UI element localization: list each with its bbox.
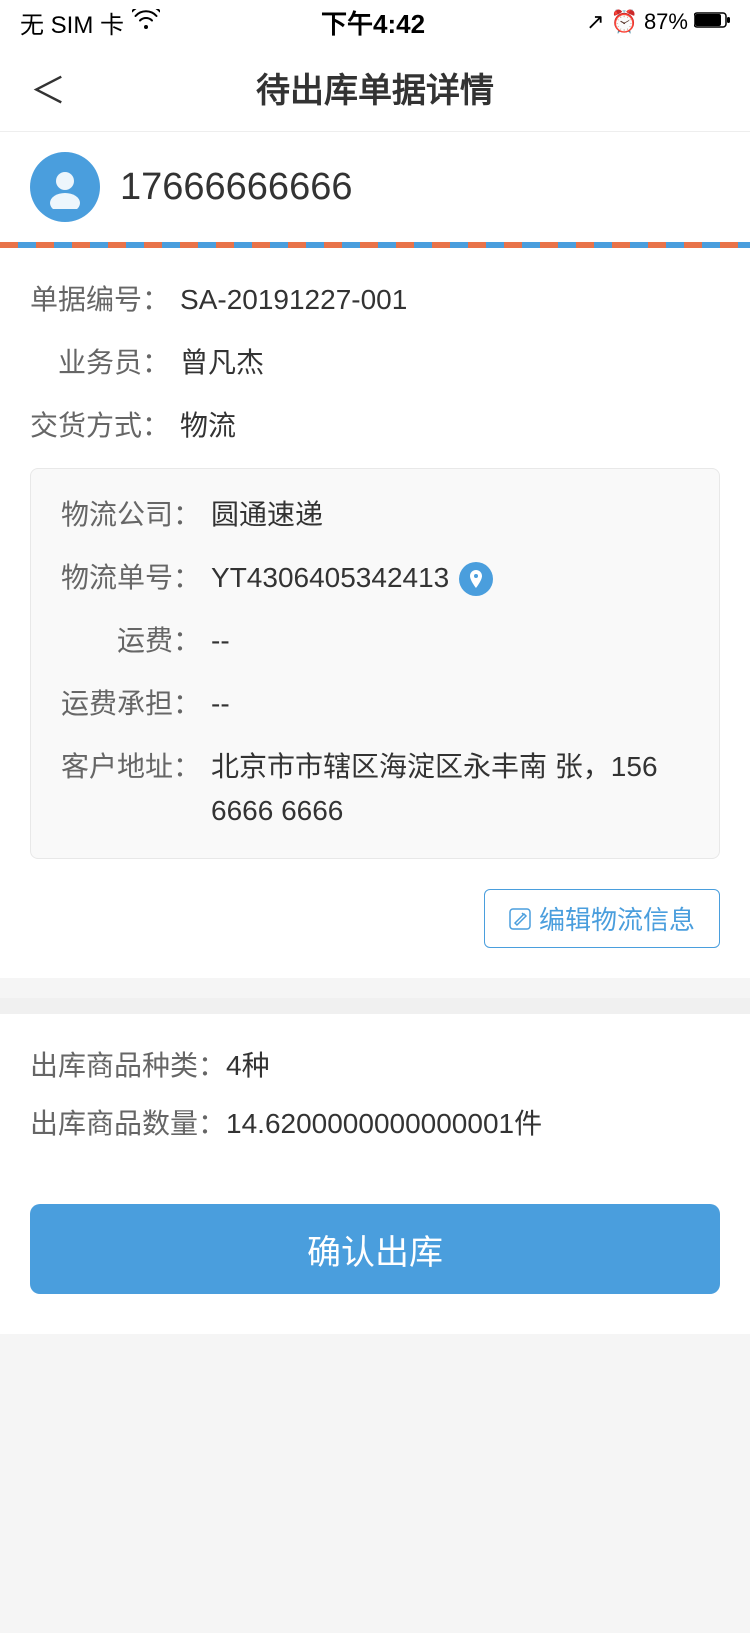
confirm-outbound-button[interactable]: 确认出库 [30, 1204, 720, 1294]
freight-bear-label: 运费承担： [61, 682, 201, 727]
confirm-btn-label: 确认出库 [307, 1225, 443, 1274]
document-number-label: 单据编号： [30, 278, 170, 323]
freight-bear-row: 运费承担： -- [61, 682, 689, 727]
logistics-company-value: 圆通速递 [201, 493, 689, 538]
carrier-label: 无 SIM 卡 [20, 5, 124, 40]
agent-row: 业务员： 曾凡杰 [30, 341, 720, 386]
document-info-section: 单据编号： SA-20191227-001 业务员： 曾凡杰 交货方式： 物流 … [0, 248, 750, 978]
status-left: 无 SIM 卡 [20, 5, 160, 40]
battery-icon [694, 9, 730, 35]
nav-bar: ＜ 待出库单据详情 [0, 44, 750, 132]
goods-quantity-value: 14.62000000000000​01件 [226, 1102, 542, 1142]
confirm-btn-container: 确认出库 [0, 1184, 750, 1334]
goods-type-label: 出库商品种类： [30, 1044, 226, 1084]
logistics-company-label: 物流公司： [61, 493, 201, 538]
battery-label: 87% [644, 9, 688, 35]
logistics-tracking-label: 物流单号： [61, 556, 201, 601]
document-number-value: SA-20191227-001 [170, 278, 720, 323]
location-pin-icon[interactable] [459, 562, 493, 596]
goods-type-row: 出库商品种类： 4种 [30, 1044, 720, 1084]
freight-row: 运费： -- [61, 619, 689, 664]
edit-btn-label: 编辑物流信息 [539, 900, 695, 937]
delivery-value: 物流 [170, 404, 720, 449]
status-time: 下午4:42 [321, 4, 425, 41]
wifi-icon [132, 8, 160, 36]
logistics-card: 物流公司： 圆通速递 物流单号： YT43064053424​13 运费： -- [30, 468, 720, 859]
section-divider [0, 998, 750, 1014]
goods-quantity-label: 出库商品数量： [30, 1102, 226, 1142]
goods-type-value: 4种 [226, 1044, 270, 1084]
document-number-row: 单据编号： SA-20191227-001 [30, 278, 720, 323]
freight-label: 运费： [61, 619, 201, 664]
edit-logistics-button[interactable]: 编辑物流信息 [484, 889, 720, 948]
page-title: 待出库单据详情 [256, 63, 494, 112]
logistics-company-row: 物流公司： 圆通速递 [61, 493, 689, 538]
address-value: 北京市市辖区海淀区永丰南 张，156 6666 6666 [201, 745, 689, 835]
goods-quantity-row: 出库商品数量： 14.62000000000000​01件 [30, 1102, 720, 1142]
delivery-label: 交货方式： [30, 404, 170, 449]
logistics-tracking-value: YT43064053424​13 [201, 556, 689, 601]
location-icon: ↗ [586, 9, 604, 35]
delivery-row: 交货方式： 物流 [30, 404, 720, 449]
back-button[interactable]: ＜ [30, 52, 76, 124]
user-phone: 17666666666 [120, 166, 352, 209]
user-header: 17666666666 [0, 132, 750, 242]
avatar [30, 152, 100, 222]
address-label: 客户地址： [61, 745, 201, 790]
status-right: ↗ ⏰ 87% [586, 9, 730, 35]
freight-bear-value: -- [201, 682, 689, 727]
agent-label: 业务员： [30, 341, 170, 386]
freight-value: -- [201, 619, 689, 664]
status-bar: 无 SIM 卡 下午4:42 ↗ ⏰ 87% [0, 0, 750, 44]
agent-value: 曾凡杰 [170, 341, 720, 386]
logistics-tracking-row: 物流单号： YT43064053424​13 [61, 556, 689, 601]
alarm-icon: ⏰ [611, 9, 638, 35]
edit-btn-row: 编辑物流信息 [30, 879, 720, 948]
address-row: 客户地址： 北京市市辖区海淀区永丰南 张，156 6666 6666 [61, 745, 689, 835]
